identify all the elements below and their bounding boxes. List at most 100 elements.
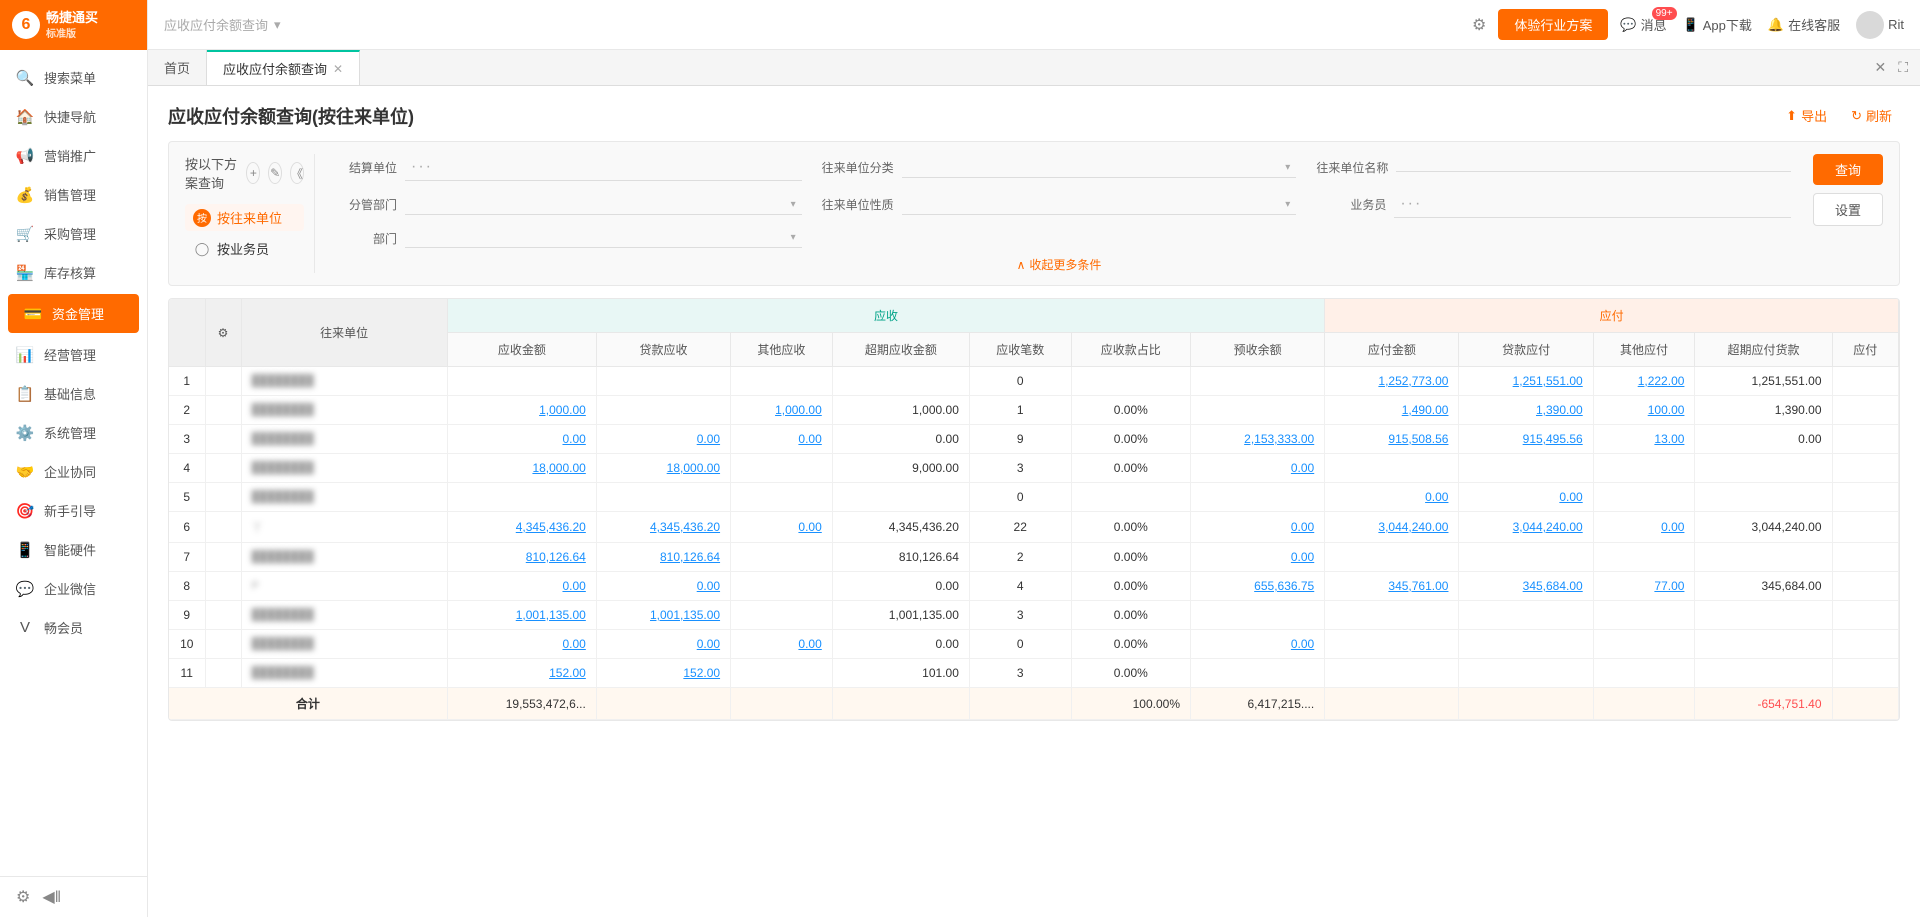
table-cell[interactable] <box>1191 396 1325 425</box>
table-cell[interactable]: 0.00 <box>596 572 730 601</box>
table-cell[interactable]: 0.00 <box>1191 454 1325 483</box>
sidebar-item-经营管理[interactable]: 📊 经营管理 <box>0 335 147 374</box>
settings-icon[interactable]: ⚙ <box>16 887 30 907</box>
table-cell[interactable]: 345,684.00 <box>1459 572 1593 601</box>
table-cell[interactable] <box>1593 601 1695 630</box>
tab-home[interactable]: 首页 <box>148 50 207 85</box>
tab-close-icon[interactable]: ✕ <box>333 62 343 76</box>
table-cell[interactable] <box>731 367 833 396</box>
sidebar-item-基础信息[interactable]: 📋 基础信息 <box>0 374 147 413</box>
table-cell[interactable]: 1,490.00 <box>1325 396 1459 425</box>
table-cell[interactable]: 1,000.00 <box>731 396 833 425</box>
table-cell[interactable] <box>1191 367 1325 396</box>
table-cell[interactable] <box>1459 659 1593 688</box>
table-cell[interactable]: 1,000.00 <box>447 396 596 425</box>
table-cell[interactable]: 655,636.75 <box>1191 572 1325 601</box>
partner-name-input[interactable] <box>1396 163 1791 172</box>
table-cell[interactable] <box>1593 543 1695 572</box>
table-cell[interactable]: 152.00 <box>596 659 730 688</box>
table-cell[interactable]: 1,252,773.00 <box>1325 367 1459 396</box>
scheme-by-partner[interactable]: 按 按往来单位 <box>185 204 304 231</box>
salesperson-input[interactable]: ··· <box>1394 191 1791 218</box>
table-cell[interactable]: 0.00 <box>447 425 596 454</box>
sidebar-item-畅会员[interactable]: V 畅会员 <box>0 608 147 647</box>
table-cell[interactable] <box>1325 601 1459 630</box>
table-cell[interactable]: 0.00 <box>1191 543 1325 572</box>
table-cell[interactable]: 18,000.00 <box>447 454 596 483</box>
settlement-unit-input[interactable]: ··· <box>405 154 802 181</box>
table-cell[interactable] <box>1325 630 1459 659</box>
sidebar-item-快捷导航[interactable]: 🏠 快捷导航 <box>0 97 147 136</box>
table-cell[interactable] <box>1191 601 1325 630</box>
breadcrumb-chevron[interactable]: ▾ <box>274 17 281 33</box>
collapse-icon[interactable]: ◀‖ <box>42 887 61 907</box>
refresh-button[interactable]: ↻ 刷新 <box>1843 102 1900 129</box>
table-cell[interactable]: 810,126.64 <box>596 543 730 572</box>
table-cell[interactable]: 915,495.56 <box>1459 425 1593 454</box>
table-cell[interactable]: 0.00 <box>731 512 833 543</box>
table-cell[interactable]: 13.00 <box>1593 425 1695 454</box>
table-cell[interactable] <box>1325 543 1459 572</box>
table-cell[interactable]: 152.00 <box>447 659 596 688</box>
table-cell[interactable] <box>1459 543 1593 572</box>
table-cell[interactable]: 0.00 <box>596 425 730 454</box>
setting-button[interactable]: 设置 <box>1813 193 1883 226</box>
sidebar-item-库存核算[interactable]: 🏪 库存核算 <box>0 253 147 292</box>
table-cell[interactable] <box>1593 659 1695 688</box>
collapse-row[interactable]: ∧ 收起更多条件 <box>327 256 1791 273</box>
table-cell[interactable] <box>731 601 833 630</box>
table-cell[interactable] <box>1593 630 1695 659</box>
table-cell[interactable] <box>1593 454 1695 483</box>
partner-nature-select[interactable]: ▾ <box>902 195 1297 215</box>
table-cell[interactable] <box>1459 630 1593 659</box>
table-cell[interactable] <box>1191 483 1325 512</box>
table-cell[interactable]: 0.00 <box>447 630 596 659</box>
add-scheme-button[interactable]: + <box>246 162 260 184</box>
table-cell[interactable]: 1,001,135.00 <box>596 601 730 630</box>
gear-icon[interactable]: ⚙ <box>1472 15 1486 35</box>
table-cell[interactable]: 18,000.00 <box>596 454 730 483</box>
table-cell[interactable] <box>596 367 730 396</box>
table-cell[interactable] <box>1459 454 1593 483</box>
sidebar-item-系统管理[interactable]: ⚙️ 系统管理 <box>0 413 147 452</box>
sidebar-item-营销推广[interactable]: 📢 营销推广 <box>0 136 147 175</box>
table-cell[interactable]: 3,044,240.00 <box>1325 512 1459 543</box>
message-action[interactable]: 💬 消息 99+ <box>1620 15 1666 34</box>
table-cell[interactable]: 1,251,551.00 <box>1459 367 1593 396</box>
sidebar-item-采购管理[interactable]: 🛒 采购管理 <box>0 214 147 253</box>
table-cell[interactable] <box>731 454 833 483</box>
table-cell[interactable]: 0.00 <box>596 630 730 659</box>
table-cell[interactable] <box>731 483 833 512</box>
table-cell[interactable] <box>731 543 833 572</box>
table-cell[interactable]: 345,761.00 <box>1325 572 1459 601</box>
sidebar-item-资金管理[interactable]: 💳 资金管理 <box>8 294 139 333</box>
table-cell[interactable] <box>1325 659 1459 688</box>
table-cell[interactable] <box>1593 483 1695 512</box>
table-cell[interactable]: 0.00 <box>1459 483 1593 512</box>
table-cell[interactable] <box>447 483 596 512</box>
table-cell[interactable]: 915,508.56 <box>1325 425 1459 454</box>
export-button[interactable]: ⬆ 导出 <box>1778 102 1835 129</box>
solution-button[interactable]: 体验行业方案 <box>1498 9 1608 40</box>
table-cell[interactable] <box>596 396 730 425</box>
sidebar-item-智能硬件[interactable]: 📱 智能硬件 <box>0 530 147 569</box>
table-cell[interactable]: 0.00 <box>731 425 833 454</box>
edit-scheme-button[interactable]: ✎ <box>268 162 282 184</box>
table-cell[interactable]: 0.00 <box>1593 512 1695 543</box>
sidebar-item-新手引导[interactable]: 🎯 新手引导 <box>0 491 147 530</box>
table-cell[interactable]: 2,153,333.00 <box>1191 425 1325 454</box>
table-cell[interactable] <box>1459 601 1593 630</box>
table-cell[interactable]: 0.00 <box>447 572 596 601</box>
manage-dept-select[interactable]: ▾ <box>405 195 802 215</box>
query-button[interactable]: 查询 <box>1813 154 1883 185</box>
tab-ar-ap-query[interactable]: 应收应付余额查询 ✕ <box>207 50 360 85</box>
table-cell[interactable]: 4,345,436.20 <box>596 512 730 543</box>
table-cell[interactable] <box>731 659 833 688</box>
table-cell[interactable]: 0.00 <box>1191 630 1325 659</box>
table-cell[interactable]: 810,126.64 <box>447 543 596 572</box>
table-cell[interactable] <box>1191 659 1325 688</box>
sidebar-item-销售管理[interactable]: 💰 销售管理 <box>0 175 147 214</box>
col-settings[interactable]: ⚙ <box>205 299 241 367</box>
sidebar-item-企业协同[interactable]: 🤝 企业协同 <box>0 452 147 491</box>
table-cell[interactable] <box>596 483 730 512</box>
